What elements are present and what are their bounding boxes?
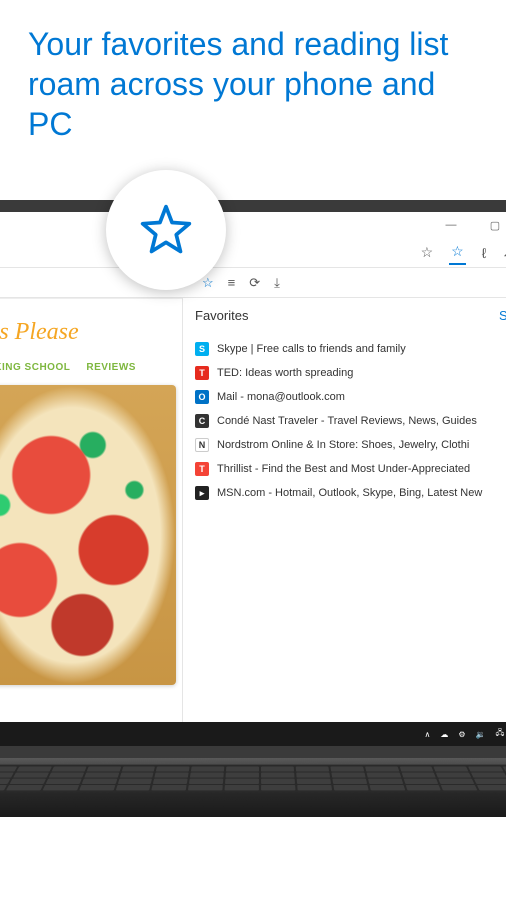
reading-view-icon[interactable]: ℓ — [482, 245, 487, 261]
windows-taskbar: ∧ ☁ ⚙ 🔉 🖧 9:41 AM 8/18/2017 — [0, 722, 506, 746]
favorite-label: Thrillist - Find the Best and Most Under… — [217, 463, 470, 475]
favorite-label: Nordstrom Online & In Store: Shoes, Jewe… — [217, 439, 469, 451]
star-callout-badge — [106, 170, 226, 290]
favorites-list: S Skype | Free calls to friends and famil… — [183, 333, 506, 509]
tray-up-icon[interactable]: ∧ — [424, 730, 430, 739]
favorite-label: Skype | Free calls to friends and family — [217, 343, 406, 355]
favorite-label: Mail - mona@outlook.com — [217, 391, 345, 403]
nav-reviews[interactable]: REVIEWS — [86, 362, 136, 373]
laptop-keyboard-deck — [0, 758, 506, 817]
hub-history-icon[interactable]: ⟳ — [249, 275, 260, 291]
minimize-button[interactable]: — — [436, 219, 466, 231]
favorites-panel: Favorites Settings S Skype | Free calls t… — [182, 298, 506, 722]
hub-favorites-icon[interactable]: ☆ — [202, 275, 214, 291]
favorite-label: TED: Ideas worth spreading — [217, 367, 353, 379]
site-nav: COOKING SCHOOL REVIEWS — [0, 354, 182, 385]
tray-settings-icon[interactable]: ⚙ — [458, 730, 465, 739]
favorite-favicon: O — [195, 390, 209, 404]
food-hero-image — [0, 385, 176, 685]
webpage-content: bles Please COOKING SCHOOL REVIEWS — [0, 298, 182, 722]
favorite-item[interactable]: O Mail - mona@outlook.com — [191, 385, 506, 409]
star-icon — [138, 202, 194, 258]
site-logo-text: bles Please — [0, 298, 182, 354]
desktop-screen: — ▢ ✕ ☆ ☆ ℓ ↗ ⋯ ☆ ≡ ⟳ ⤓ 📌 bles — [0, 212, 506, 746]
favorite-item[interactable]: T Thrillist - Find the Best and Most Unde… — [191, 457, 506, 481]
share-icon[interactable]: ↗ — [502, 244, 506, 261]
favorite-favicon: ▸ — [195, 486, 209, 500]
laptop-screen-bezel: — ▢ ✕ ☆ ☆ ℓ ↗ ⋯ ☆ ≡ ⟳ ⤓ 📌 bles — [0, 200, 506, 760]
maximize-button[interactable]: ▢ — [480, 219, 506, 232]
hub-downloads-icon[interactable]: ⤓ — [274, 275, 280, 291]
keyboard — [0, 765, 506, 793]
headline: Your favorites and reading list roam acr… — [0, 0, 506, 164]
favorite-star-icon[interactable]: ☆ — [421, 244, 434, 261]
favorite-item[interactable]: ▸ MSN.com - Hotmail, Outlook, Skype, Bing… — [191, 481, 506, 505]
favorite-label: Condé Nast Traveler - Travel Reviews, Ne… — [217, 415, 477, 427]
tray-cloud-icon[interactable]: ☁ — [440, 730, 448, 739]
favorite-favicon: S — [195, 342, 209, 356]
tray-volume-icon[interactable]: 🔉 — [476, 730, 486, 739]
favorites-title: Favorites — [195, 308, 248, 323]
favorite-item[interactable]: S Skype | Free calls to friends and famil… — [191, 337, 506, 361]
hub-star-icon[interactable]: ☆ — [449, 240, 466, 265]
favorite-favicon: C — [195, 414, 209, 428]
hub-tabs: ☆ ≡ ⟳ ⤓ 📌 — [0, 268, 506, 298]
browser-toolbar: ☆ ☆ ℓ ↗ ⋯ — [0, 238, 506, 268]
favorite-item[interactable]: T TED: Ideas worth spreading — [191, 361, 506, 385]
favorite-favicon: T — [195, 366, 209, 380]
favorites-settings-link[interactable]: Settings — [499, 308, 506, 323]
favorite-favicon: N — [195, 438, 209, 452]
window-titlebar: — ▢ ✕ — [0, 212, 506, 238]
favorite-favicon: T — [195, 462, 209, 476]
favorites-header: Favorites Settings — [183, 298, 506, 333]
favorite-item[interactable]: C Condé Nast Traveler - Travel Reviews, N… — [191, 409, 506, 433]
laptop-device: — ▢ ✕ ☆ ☆ ℓ ↗ ⋯ ☆ ≡ ⟳ ⤓ 📌 bles — [0, 200, 506, 900]
hub-reading-list-icon[interactable]: ≡ — [228, 275, 236, 290]
tray-network-icon[interactable]: 🖧 — [495, 727, 504, 741]
favorite-label: MSN.com - Hotmail, Outlook, Skype, Bing,… — [217, 487, 482, 499]
favorite-item[interactable]: N Nordstrom Online & In Store: Shoes, Jew… — [191, 433, 506, 457]
nav-cooking-school[interactable]: COOKING SCHOOL — [0, 362, 70, 373]
browser-content: bles Please COOKING SCHOOL REVIEWS Favor… — [0, 298, 506, 722]
